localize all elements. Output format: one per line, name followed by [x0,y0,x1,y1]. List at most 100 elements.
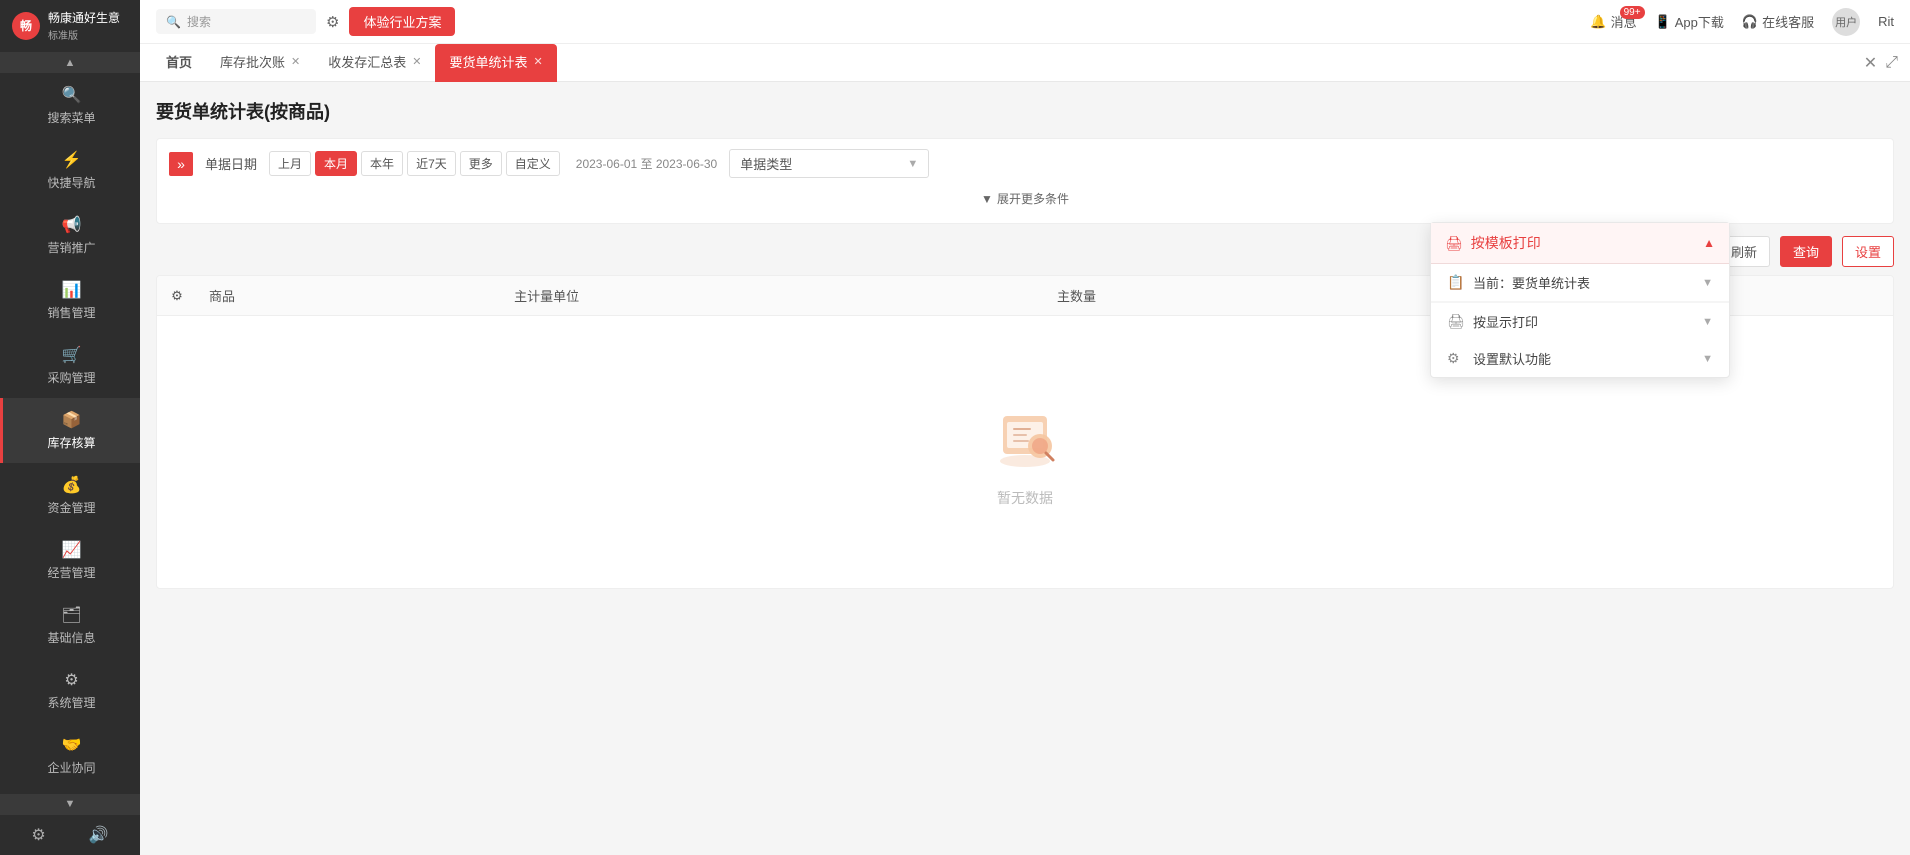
sidebar-label-0: 搜索菜单 [47,109,95,126]
expand-filter-icon[interactable]: » [169,152,193,176]
sidebar-icon-2: 📢 [62,215,82,235]
col-header-unit: 主计量单位 [502,276,1045,316]
trial-button[interactable]: 体验行业方案 [349,7,455,36]
filter-bar: » 单据日期 上月本月本年近7天更多自定义 2023-06-01 至 2023-… [156,138,1894,224]
close-tab-button[interactable]: ✕ [1864,53,1877,73]
print-dropdown-title-text: 按模板打印 [1471,233,1541,253]
date-btn-5[interactable]: 自定义 [506,151,560,176]
topbar-search[interactable]: 🔍 搜索 [156,9,316,34]
expand-more-button[interactable]: ▼ 展开更多条件 [169,184,1881,213]
tab-close-1[interactable]: ✕ [291,55,300,68]
sidebar-label-3: 销售管理 [47,304,95,321]
sidebar-item-0[interactable]: 🔍搜索菜单 [0,73,140,138]
date-btn-2[interactable]: 本年 [361,151,403,176]
search-icon: 🔍 [166,15,181,29]
date-btn-0[interactable]: 上月 [269,151,311,176]
display-print-icon: 🖨 [1447,313,1463,330]
sidebar-item-8[interactable]: 🗂 基础信息 [0,593,140,658]
sidebar-label-8: 基础信息 [47,629,95,646]
date-filter-label: 单据日期 [205,154,257,173]
sidebar-label-9: 系统管理 [47,694,95,711]
sidebar-scroll-down[interactable]: ▼ [0,794,140,814]
order-type-select[interactable]: 单据类型 ▼ [729,149,929,178]
empty-text: 暂无数据 [997,488,1053,508]
sidebar-icon-5: 📦 [62,410,82,430]
col-header-product: 商品 [197,276,502,316]
tab-1[interactable]: 库存批次账 ✕ [206,44,314,82]
tabs-bar: 首页库存批次账✕收发存汇总表✕要货单统计表✕ ✕ ⤢ [140,44,1910,82]
sidebar-icon-1: ⚡ [62,150,82,170]
date-range-display: 2023-06-01 至 2023-06-30 [576,155,717,172]
sidebar-item-7[interactable]: 📈经营管理 [0,528,140,593]
content-area: 要货单统计表(按商品) » 单据日期 上月本月本年近7天更多自定义 2023-0… [140,82,1910,855]
app-download-label: App下载 [1675,12,1724,31]
sidebar-icon-8: 🗂 [61,605,81,625]
sidebar-footer: ⚙ 🔊 [0,814,140,855]
current-template-label: 当前：要货单统计表 [1473,273,1590,292]
tab-2[interactable]: 收发存汇总表 ✕ [314,44,435,82]
sidebar-item-3[interactable]: 📊 销售管理 [0,268,140,333]
sidebar-icon-4: 🛒 [62,345,82,365]
select-arrow-icon: ▼ [907,158,918,170]
sidebar-label-10: 企业协同 [47,759,95,776]
notification-badge: 99+ [1620,6,1645,19]
sound-icon[interactable]: 🔊 [89,825,109,845]
print-dropdown-close-icon[interactable]: ▲ [1703,236,1715,250]
sidebar-item-5[interactable]: 📦 库存核算 [0,398,140,463]
search-placeholder: 搜索 [187,13,211,30]
set-default-icon: ⚙ [1447,350,1463,367]
sidebar-icon-6: 💰 [62,475,82,495]
topbar: 🔍 搜索 ⚙ 体验行业方案 🔔 消息 99+ 📱 App下载 🎧 在线客服 用户… [140,0,1910,44]
notification-icon: 🔔 [1590,14,1606,30]
topbar-right: 🔔 消息 99+ 📱 App下载 🎧 在线客服 用户 Rit [1590,8,1894,36]
print-dropdown-title: 🖨 按模板打印 [1445,233,1541,253]
date-btn-4[interactable]: 更多 [460,151,502,176]
refresh-label: 刷新 [1731,242,1757,261]
col-header-settings: ⚙ [157,276,197,316]
headset-icon: 🎧 [1742,14,1758,30]
sidebar-nav: 🔍搜索菜单 ⚡ 快捷导航 📢 营销推广 📊 销售管理 🛒 采购管理 📦 库存核算 💰 资金管理 📈经营管理… [0,73,140,794]
sidebar-item-2[interactable]: 📢 营销推广 [0,203,140,268]
tab-close-2[interactable]: ✕ [412,55,421,68]
tab-3[interactable]: 要货单统计表✕ [435,44,556,82]
sidebar-item-9[interactable]: ⚙系统管理 [0,658,140,723]
display-print-label: 按显示打印 [1473,312,1538,331]
tab-actions: ✕ ⤢ [1864,53,1898,73]
tab-0[interactable]: 首页 [152,44,206,82]
online-service-item[interactable]: 🎧 在线客服 [1742,12,1814,31]
sidebar-item-10[interactable]: 🤝企业协同 [0,723,140,788]
sidebar-item-1[interactable]: ⚡ 快捷导航 [0,138,140,203]
display-print-item[interactable]: 🖨 按显示打印 ▼ [1431,303,1729,340]
set-default-item[interactable]: ⚙ 设置默认功能 ▼ [1431,340,1729,377]
settings-icon[interactable]: ⚙ [31,825,45,845]
sidebar-scroll-up[interactable]: ▲ [0,53,140,73]
current-template-icon: 📋 [1447,274,1463,291]
query-button[interactable]: 查询 [1780,236,1832,267]
avatar[interactable]: 用户 [1832,8,1860,36]
sidebar-label-6: 资金管理 [47,499,95,516]
maximize-tab-button[interactable]: ⤢ [1885,54,1898,72]
notification-item[interactable]: 🔔 消息 99+ [1590,12,1636,31]
app-download-item[interactable]: 📱 App下载 [1655,12,1724,31]
main-area: 🔍 搜索 ⚙ 体验行业方案 🔔 消息 99+ 📱 App下载 🎧 在线客服 用户… [140,0,1910,855]
expand-more-label: 展开更多条件 [997,190,1069,207]
sidebar-icon-3: 📊 [62,280,82,300]
sidebar-label-4: 采购管理 [47,369,95,386]
date-btn-1[interactable]: 本月 [315,151,357,176]
set-default-label: 设置默认功能 [1473,349,1551,368]
tab-label-2: 收发存汇总表 [328,52,406,71]
tab-label-1: 库存批次账 [220,52,285,71]
sidebar-label-5: 库存核算 [47,434,95,451]
empty-illustration [985,396,1065,476]
sidebar-item-6[interactable]: 💰 资金管理 [0,463,140,528]
sidebar-item-4[interactable]: 🛒 采购管理 [0,333,140,398]
print-dropdown-header[interactable]: 🖨 按模板打印 ▲ [1431,223,1729,264]
sidebar-label-1: 快捷导航 [47,174,95,191]
print-current-template[interactable]: 📋 当前：要货单统计表 ▼ [1431,264,1729,302]
app-download-icon: 📱 [1655,14,1671,30]
date-btn-3[interactable]: 近7天 [407,151,456,176]
topbar-gear-icon[interactable]: ⚙ [326,13,339,31]
sidebar-label-2: 营销推广 [47,239,95,256]
settings-button[interactable]: 设置 [1842,236,1894,267]
tab-close-3[interactable]: ✕ [534,55,543,68]
